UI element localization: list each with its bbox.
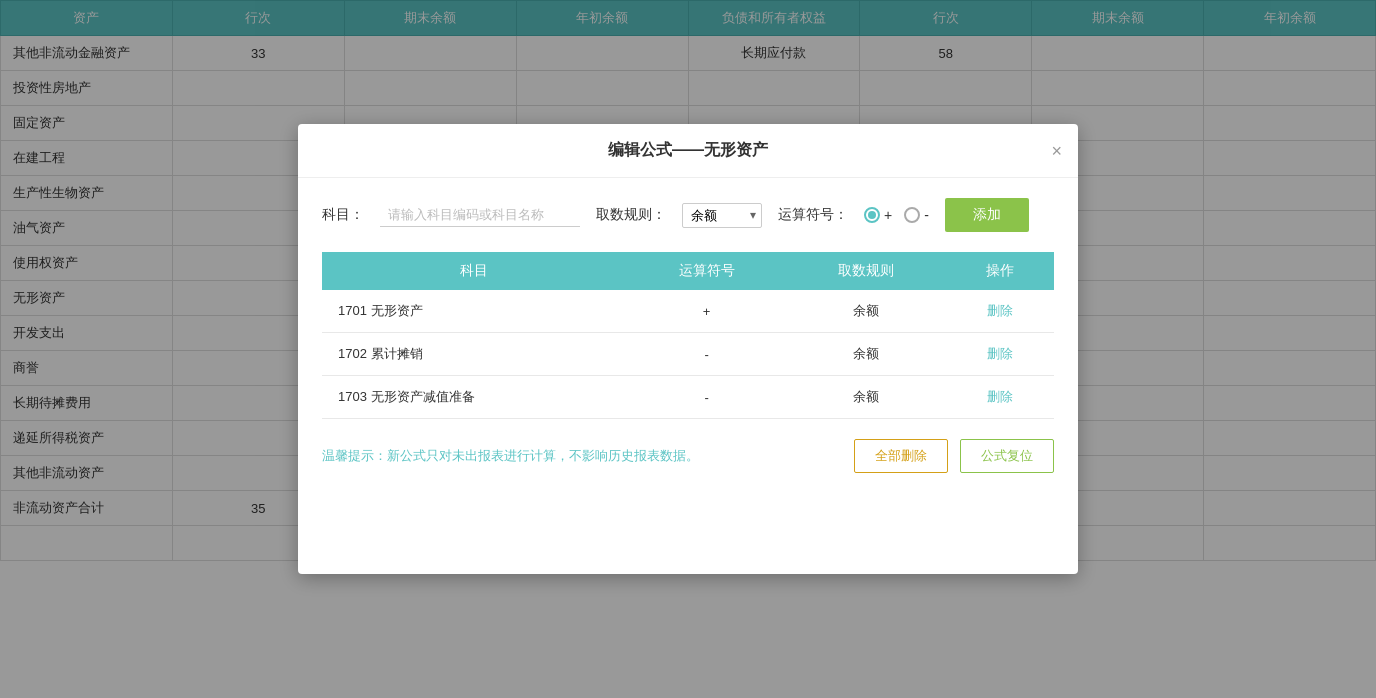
formula-subject: 1703 无形资产减值准备	[322, 376, 627, 419]
delete-all-button[interactable]: 全部删除	[854, 439, 948, 473]
formula-table-wrap: 科目 运算符号 取数规则 操作 1701 无形资产 + 余额 删除 1702 累…	[322, 252, 1054, 419]
modal-title: 编辑公式——无形资产	[608, 141, 768, 158]
delete-link[interactable]: 删除	[987, 389, 1013, 404]
formula-operator: -	[627, 333, 786, 376]
rule-select[interactable]: 余额 借方 贷方	[682, 203, 762, 228]
rule-label: 取数规则：	[596, 206, 666, 224]
subject-input[interactable]	[380, 203, 580, 227]
formula-action: 删除	[945, 333, 1054, 376]
rule-select-wrap: 余额 借方 贷方	[682, 203, 762, 228]
formula-action: 删除	[945, 290, 1054, 333]
close-button[interactable]: ×	[1051, 142, 1062, 160]
delete-link[interactable]: 删除	[987, 303, 1013, 318]
formula-subject: 1702 累计摊销	[322, 333, 627, 376]
footer-buttons: 全部删除 公式复位	[854, 439, 1054, 473]
th-subject: 科目	[322, 252, 627, 290]
operator-plus-label: +	[884, 207, 892, 223]
subject-label: 科目：	[322, 206, 364, 224]
formula-table: 科目 运算符号 取数规则 操作 1701 无形资产 + 余额 删除 1702 累…	[322, 252, 1054, 419]
formula-form: 科目： 取数规则： 余额 借方 贷方 运算符号： + -	[298, 178, 1078, 252]
formula-row: 1703 无形资产减值准备 - 余额 删除	[322, 376, 1054, 419]
th-operator: 运算符号	[627, 252, 786, 290]
modal-header: 编辑公式——无形资产 ×	[298, 124, 1078, 178]
operator-minus-radio[interactable]	[904, 207, 920, 223]
formula-rule: 余额	[786, 290, 945, 333]
operator-label: 运算符号：	[778, 206, 848, 224]
hint-text: 温馨提示：新公式只对未出报表进行计算，不影响历史报表数据。	[322, 447, 699, 465]
operator-minus-item[interactable]: -	[904, 207, 929, 223]
formula-rule: 余额	[786, 333, 945, 376]
modal-overlay: 编辑公式——无形资产 × 科目： 取数规则： 余额 借方 贷方 运算符号： +	[0, 0, 1376, 698]
operator-plus-item[interactable]: +	[864, 207, 892, 223]
th-action: 操作	[945, 252, 1054, 290]
delete-link[interactable]: 删除	[987, 346, 1013, 361]
modal-footer: 温馨提示：新公式只对未出报表进行计算，不影响历史报表数据。 全部删除 公式复位	[298, 419, 1078, 483]
formula-subject: 1701 无形资产	[322, 290, 627, 333]
formula-action: 删除	[945, 376, 1054, 419]
reset-formula-button[interactable]: 公式复位	[960, 439, 1054, 473]
add-button[interactable]: 添加	[945, 198, 1029, 232]
edit-formula-modal: 编辑公式——无形资产 × 科目： 取数规则： 余额 借方 贷方 运算符号： +	[298, 124, 1078, 574]
formula-rule: 余额	[786, 376, 945, 419]
formula-row: 1702 累计摊销 - 余额 删除	[322, 333, 1054, 376]
formula-row: 1701 无形资产 + 余额 删除	[322, 290, 1054, 333]
operator-minus-label: -	[924, 207, 929, 223]
th-rule: 取数规则	[786, 252, 945, 290]
formula-operator: -	[627, 376, 786, 419]
operator-radio-group: + -	[864, 207, 929, 223]
formula-operator: +	[627, 290, 786, 333]
table-header-row: 科目 运算符号 取数规则 操作	[322, 252, 1054, 290]
operator-plus-radio[interactable]	[864, 207, 880, 223]
